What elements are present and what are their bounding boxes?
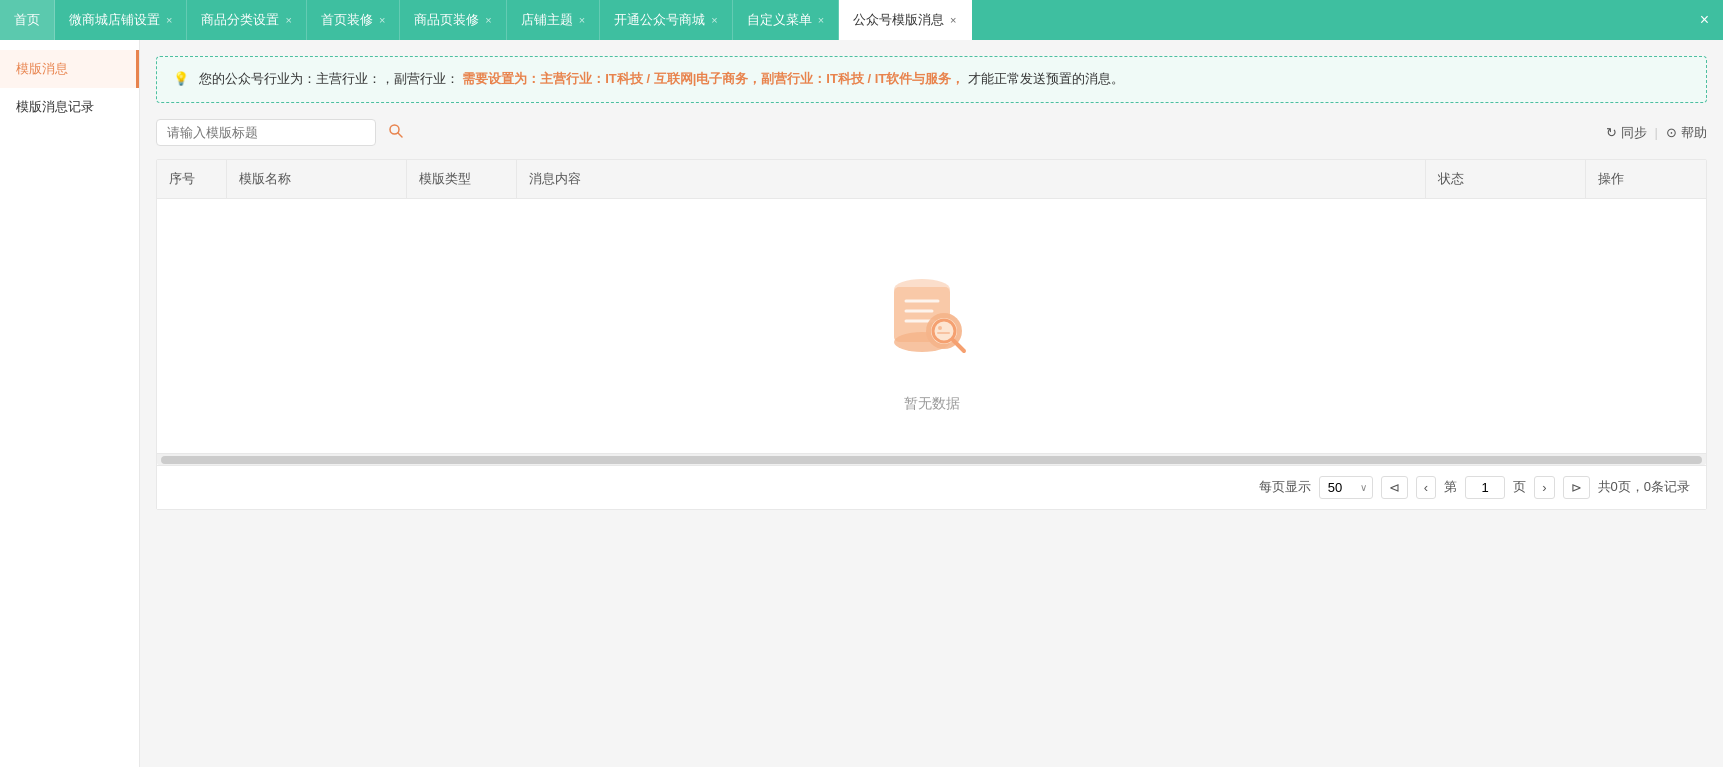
table-header-actions: 操作: [1586, 160, 1706, 198]
page-number-input[interactable]: [1465, 476, 1505, 499]
tab-close-icon-open-mall[interactable]: ×: [711, 14, 717, 26]
sync-button[interactable]: ↻ 同步: [1606, 124, 1647, 142]
close-all-tabs-button[interactable]: ×: [1686, 11, 1723, 29]
notice-box: 💡 您的公众号行业为：主营行业：，副营行业： 需要设置为：主营行业：IT科技 /…: [156, 56, 1707, 103]
search-left: [156, 119, 408, 147]
search-bar: ↻ 同步 | ⊙ 帮助: [156, 119, 1707, 147]
empty-text: 暂无数据: [904, 395, 960, 413]
scrollbar-thumb[interactable]: [161, 456, 1702, 464]
table-header-content: 消息内容: [517, 160, 1426, 198]
tab-close-icon-custom-menu[interactable]: ×: [818, 14, 824, 26]
total-info: 共0页，0条记录: [1598, 478, 1690, 496]
next-page-button[interactable]: ›: [1534, 476, 1554, 499]
notice-suffix: 才能正常发送预置的消息。: [968, 71, 1124, 86]
tab-open-mall[interactable]: 开通公众号商城×: [600, 0, 732, 40]
page-size-select[interactable]: 50 10 20 100: [1319, 476, 1373, 499]
help-icon: ⊙: [1666, 125, 1677, 140]
notice-highlight: 需要设置为：主营行业：IT科技 / 互联网|电子商务，副营行业：IT科技 / I…: [462, 71, 964, 86]
tab-home[interactable]: 首页: [0, 0, 55, 40]
svg-line-1: [398, 133, 402, 137]
tab-product-deco[interactable]: 商品页装修×: [400, 0, 506, 40]
tab-close-icon-shop-theme[interactable]: ×: [579, 14, 585, 26]
sync-label: 同步: [1621, 124, 1647, 142]
page-size-label: 每页显示: [1259, 478, 1311, 496]
table-header-type: 模版类型: [407, 160, 517, 198]
horizontal-scrollbar[interactable]: [157, 453, 1706, 465]
search-button[interactable]: [384, 119, 408, 147]
tab-close-icon-template-msg[interactable]: ×: [950, 14, 956, 26]
sidebar-item-template-message-log[interactable]: 模版消息记录: [0, 88, 139, 126]
table-header-index: 序号: [157, 160, 227, 198]
prev-page-button[interactable]: ‹: [1416, 476, 1436, 499]
last-page-button[interactable]: ⊳: [1563, 476, 1590, 499]
table-header-name: 模版名称: [227, 160, 407, 198]
di-label: 第: [1444, 478, 1457, 496]
svg-point-12: [938, 326, 942, 330]
sync-icon: ↻: [1606, 125, 1617, 140]
tab-homepage-deco[interactable]: 首页装修×: [307, 0, 400, 40]
empty-state: 暂无数据: [157, 199, 1706, 453]
notice-icon: 💡: [173, 71, 189, 86]
tab-close-icon-category[interactable]: ×: [285, 14, 291, 26]
help-label: 帮助: [1681, 124, 1707, 142]
help-button[interactable]: ⊙ 帮助: [1666, 124, 1707, 142]
tab-close-icon-wechat-shop[interactable]: ×: [166, 14, 172, 26]
table-header: 序号模版名称模版类型消息内容状态操作: [157, 160, 1706, 199]
tab-wechat-shop[interactable]: 微商城店铺设置×: [55, 0, 187, 40]
pagination: 每页显示 50 10 20 100 ⊲ ‹ 第 页 › ⊳ 共0页，0条记录: [157, 465, 1706, 509]
top-navigation: 首页微商城店铺设置×商品分类设置×首页装修×商品页装修×店铺主题×开通公众号商城…: [0, 0, 1723, 40]
content-area: 💡 您的公众号行业为：主营行业：，副营行业： 需要设置为：主营行业：IT科技 /…: [140, 40, 1723, 767]
page-unit: 页: [1513, 478, 1526, 496]
first-page-button[interactable]: ⊲: [1381, 476, 1408, 499]
notice-prefix: 您的公众号行业为：主营行业：，副营行业：: [199, 71, 459, 86]
sidebar: 模版消息模版消息记录: [0, 40, 140, 767]
tab-template-msg[interactable]: 公众号模版消息×: [839, 0, 971, 40]
tab-close-icon-product-deco[interactable]: ×: [485, 14, 491, 26]
search-right: ↻ 同步 | ⊙ 帮助: [1606, 124, 1707, 142]
main-layout: 模版消息模版消息记录 💡 您的公众号行业为：主营行业：，副营行业： 需要设置为：…: [0, 40, 1723, 767]
tab-custom-menu[interactable]: 自定义菜单×: [733, 0, 839, 40]
table-header-status: 状态: [1426, 160, 1586, 198]
search-input[interactable]: [156, 119, 376, 146]
sidebar-item-template-message[interactable]: 模版消息: [0, 50, 139, 88]
tab-shop-theme[interactable]: 店铺主题×: [507, 0, 600, 40]
data-table: 序号模版名称模版类型消息内容状态操作: [156, 159, 1707, 510]
tab-category[interactable]: 商品分类设置×: [187, 0, 306, 40]
empty-icon: [872, 259, 992, 379]
tab-close-icon-homepage-deco[interactable]: ×: [379, 14, 385, 26]
page-size-wrapper: 50 10 20 100: [1319, 476, 1373, 499]
divider: |: [1655, 125, 1658, 140]
